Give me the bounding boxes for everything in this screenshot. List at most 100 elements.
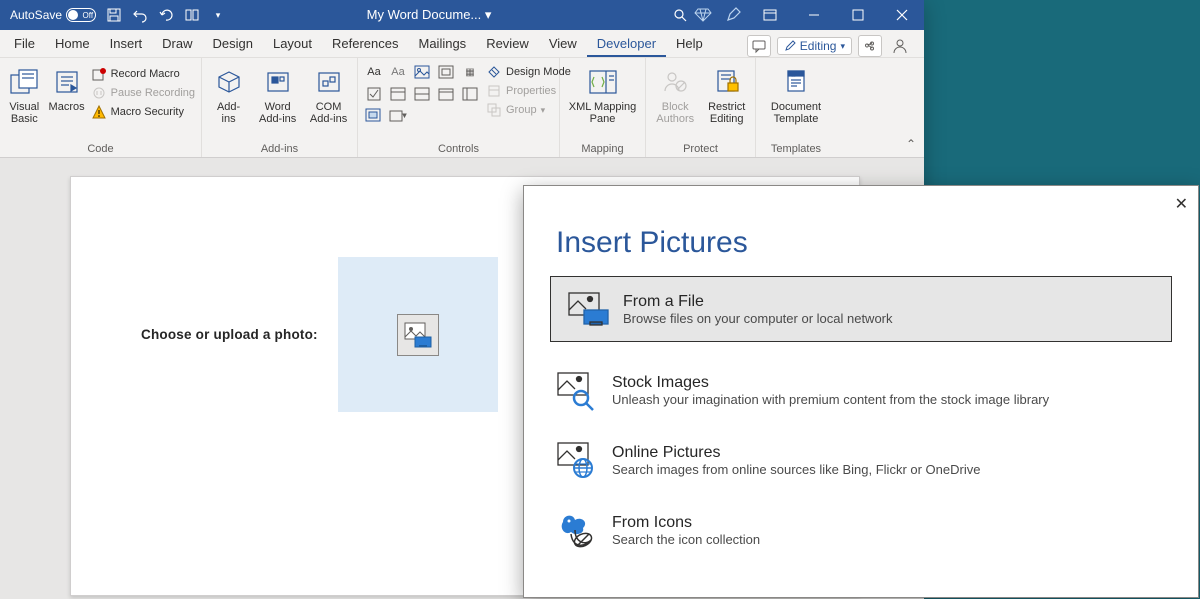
editing-label: Editing <box>800 39 837 53</box>
picture-content-control[interactable] <box>338 257 498 412</box>
properties-icon <box>486 83 502 99</box>
option-from-file[interactable]: From a File Browse files on your compute… <box>550 276 1172 342</box>
group-protect: Block Authors Restrict Editing Protect <box>646 58 756 157</box>
ribbon-tabs: File Home Insert Draw Design Layout Refe… <box>0 30 924 58</box>
diamond-icon[interactable] <box>688 0 718 30</box>
group-label-addins: Add-ins <box>208 141 351 155</box>
close-icon[interactable] <box>880 0 924 30</box>
option-title: Stock Images <box>612 374 1049 392</box>
document-title[interactable]: My Word Docume... ▾ <box>226 7 632 23</box>
document-template-button[interactable]: W Document Template <box>762 62 830 125</box>
record-icon <box>91 66 107 82</box>
autosave-toggle[interactable]: AutoSave Off <box>10 8 96 22</box>
option-online-pictures[interactable]: Online Pictures Search images from onlin… <box>524 430 1198 490</box>
option-title: Online Pictures <box>612 444 980 462</box>
visual-basic-button[interactable]: Visual Basic <box>6 62 43 125</box>
properties-button: Properties <box>486 83 571 99</box>
tab-review[interactable]: Review <box>476 31 539 57</box>
dialog-close-icon[interactable]: ✕ <box>1175 194 1188 214</box>
pen-icon[interactable] <box>718 0 748 30</box>
dropdown-control-icon[interactable] <box>412 86 432 102</box>
collapse-ribbon-icon[interactable]: ⌃ <box>906 137 916 151</box>
ribbon: Visual Basic Macros Record Macro Pause R… <box>0 58 924 158</box>
legacy-dropdown-icon[interactable] <box>388 108 408 124</box>
com-addins-button[interactable]: COM Add-ins <box>306 62 351 125</box>
macros-button[interactable]: Macros <box>49 62 85 113</box>
pause-recording-button: Pause Recording <box>91 85 195 101</box>
tab-home[interactable]: Home <box>45 31 100 57</box>
picture-placeholder-icon <box>397 314 439 356</box>
editing-mode-button[interactable]: Editing ▾ <box>777 37 852 55</box>
undo-icon[interactable] <box>132 7 148 23</box>
xml-mapping-button[interactable]: XML Mapping Pane <box>566 62 639 125</box>
block-authors-button: Block Authors <box>652 62 698 125</box>
group-addins: Add- ins Word Add-ins COM Add-ins Add-in… <box>202 58 358 157</box>
toggle-off-icon: Off <box>66 8 96 22</box>
tab-file[interactable]: File <box>4 31 45 57</box>
group-icon <box>486 102 502 118</box>
plaintext-control-icon[interactable]: Aa <box>388 64 408 80</box>
tab-help[interactable]: Help <box>666 31 713 57</box>
tab-design[interactable]: Design <box>203 31 263 57</box>
group-label-code: Code <box>6 141 195 155</box>
tab-insert[interactable]: Insert <box>100 31 153 57</box>
insert-pictures-dialog: ✕ Insert Pictures From a File Browse fil… <box>523 185 1199 598</box>
group-mapping: XML Mapping Pane Mapping <box>560 58 646 157</box>
group-button: Group ▾ <box>486 102 571 118</box>
group-code: Visual Basic Macros Record Macro Pause R… <box>0 58 202 157</box>
option-title: From a File <box>623 293 893 311</box>
maximize-icon[interactable] <box>836 0 880 30</box>
ribbon-display-icon[interactable] <box>748 0 792 30</box>
chevron-down-icon: ▾ <box>840 41 845 52</box>
block-authors-icon <box>659 66 691 98</box>
restrict-editing-button[interactable]: Restrict Editing <box>704 62 749 125</box>
macros-icon <box>51 66 83 98</box>
tab-view[interactable]: View <box>539 31 587 57</box>
option-subtitle: Unleash your imagination with premium co… <box>612 392 1049 407</box>
titlebar: AutoSave Off ▾ My Word Docume... ▾ <box>0 0 924 30</box>
tab-draw[interactable]: Draw <box>152 31 202 57</box>
addins-icon <box>213 66 245 98</box>
design-mode-icon <box>486 64 502 80</box>
tab-layout[interactable]: Layout <box>263 31 322 57</box>
tab-references[interactable]: References <box>322 31 408 57</box>
qat-dropdown-icon[interactable]: ▾ <box>210 7 226 23</box>
account-icon[interactable] <box>888 35 912 57</box>
date-control-icon[interactable] <box>436 86 456 102</box>
control-dropdown-icon[interactable]: ▦ <box>460 64 480 80</box>
word-addins-button[interactable]: Word Add-ins <box>255 62 300 125</box>
minimize-icon[interactable] <box>792 0 836 30</box>
record-macro-button[interactable]: Record Macro <box>91 66 195 82</box>
stock-images-icon <box>554 370 600 410</box>
macro-security-button[interactable]: Macro Security <box>91 104 195 120</box>
option-from-icons[interactable]: From Icons Search the icon collection <box>524 500 1198 560</box>
combobox-control-icon[interactable] <box>388 86 408 102</box>
buildingblock-control-icon[interactable] <box>436 64 456 80</box>
group-label-protect: Protect <box>652 141 749 155</box>
design-mode-button[interactable]: Design Mode <box>486 64 571 80</box>
tab-mailings[interactable]: Mailings <box>409 31 477 57</box>
save-icon[interactable] <box>106 7 122 23</box>
comments-button[interactable] <box>747 35 771 57</box>
option-subtitle: Search the icon collection <box>612 532 760 547</box>
dialog-title: Insert Pictures <box>524 186 1198 276</box>
document-template-icon: W <box>780 66 812 98</box>
option-subtitle: Browse files on your computer or local n… <box>623 311 893 326</box>
redo-icon[interactable] <box>158 7 174 23</box>
legacy-tools-icon[interactable] <box>364 108 384 124</box>
qat-item-icon[interactable] <box>184 7 200 23</box>
checkbox-control-icon[interactable] <box>364 86 384 102</box>
share-button[interactable] <box>858 35 882 57</box>
restrict-editing-icon <box>711 66 743 98</box>
addins-button[interactable]: Add- ins <box>208 62 249 125</box>
richtext-control-icon[interactable]: Aa <box>364 64 384 80</box>
option-stock-images[interactable]: Stock Images Unleash your imagination wi… <box>524 360 1198 420</box>
tab-developer[interactable]: Developer <box>587 31 666 57</box>
photo-prompt-label: Choose or upload a photo: <box>141 327 318 342</box>
picture-control-icon[interactable] <box>412 64 432 80</box>
group-label-mapping: Mapping <box>566 141 639 155</box>
repeating-control-icon[interactable] <box>460 86 480 102</box>
search-icon[interactable] <box>672 7 688 23</box>
autosave-label: AutoSave <box>10 8 62 22</box>
group-label-templates: Templates <box>762 141 830 155</box>
